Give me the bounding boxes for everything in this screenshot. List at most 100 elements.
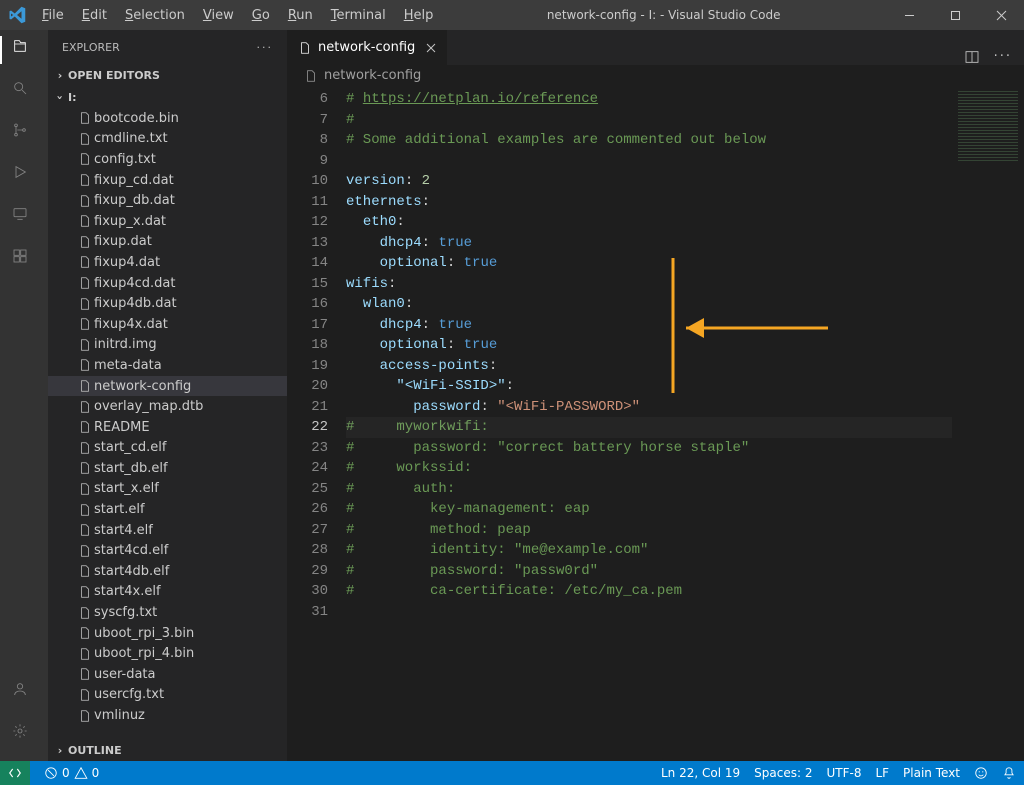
file-icon xyxy=(76,358,94,372)
file-item[interactable]: uboot_rpi_4.bin xyxy=(48,643,287,664)
file-name: fixup4x.dat xyxy=(94,317,168,332)
close-button[interactable] xyxy=(978,0,1024,30)
file-item[interactable]: fixup4db.dat xyxy=(48,293,287,314)
extensions-icon[interactable] xyxy=(12,248,36,272)
file-icon xyxy=(76,585,94,599)
file-item[interactable]: uboot_rpi_3.bin xyxy=(48,623,287,644)
file-name: start4db.elf xyxy=(94,564,169,579)
file-name: overlay_map.dtb xyxy=(94,399,203,414)
file-item[interactable]: start_db.elf xyxy=(48,458,287,479)
accounts-icon[interactable] xyxy=(12,681,36,705)
file-item[interactable]: fixup_db.dat xyxy=(48,190,287,211)
file-item[interactable]: vmlinuz xyxy=(48,705,287,726)
file-list[interactable]: bootcode.bin cmdline.txtconfig.txtfixup_c… xyxy=(48,108,287,739)
editor-body[interactable]: 6789101112131415161718192021222324252627… xyxy=(288,87,1024,761)
file-name: start4cd.elf xyxy=(94,543,168,558)
encoding-indicator[interactable]: UTF-8 xyxy=(826,766,861,780)
file-name: start.elf xyxy=(94,502,145,517)
notifications-icon[interactable] xyxy=(1002,766,1016,780)
settings-gear-icon[interactable] xyxy=(12,723,36,747)
file-item[interactable]: fixup4cd.dat xyxy=(48,273,287,294)
menu-file[interactable]: File xyxy=(34,4,72,27)
menu-selection[interactable]: Selection xyxy=(117,4,193,27)
outline-label: OUTLINE xyxy=(68,744,122,757)
file-icon xyxy=(76,441,94,455)
minimize-button[interactable] xyxy=(886,0,932,30)
problems-indicator[interactable]: 0 0 xyxy=(44,766,99,780)
file-item[interactable]: README xyxy=(48,417,287,438)
menu-terminal[interactable]: Terminal xyxy=(323,4,394,27)
menu-view[interactable]: View xyxy=(195,4,242,27)
eol-indicator[interactable]: LF xyxy=(875,766,889,780)
file-item[interactable]: fixup.dat xyxy=(48,232,287,253)
file-name: fixup_x.dat xyxy=(94,214,166,229)
file-name: fixup.dat xyxy=(94,234,152,249)
file-icon xyxy=(76,255,94,269)
file-icon xyxy=(76,235,94,249)
more-editor-actions-icon[interactable]: ··· xyxy=(994,49,1012,65)
file-name: initrd.img xyxy=(94,337,157,352)
file-item[interactable]: usercfg.txt xyxy=(48,685,287,706)
menu-edit[interactable]: Edit xyxy=(74,4,115,27)
close-tab-icon[interactable] xyxy=(425,42,437,54)
open-editors-section[interactable]: › OPEN EDITORS xyxy=(48,64,287,86)
file-icon xyxy=(76,647,94,661)
outline-section[interactable]: › OUTLINE xyxy=(48,739,287,761)
maximize-button[interactable] xyxy=(932,0,978,30)
remote-indicator[interactable] xyxy=(0,761,30,785)
file-item[interactable]: start4.elf xyxy=(48,520,287,541)
explorer-sidebar: EXPLORER ··· › OPEN EDITORS › I: bootcod… xyxy=(48,30,288,761)
menu-go[interactable]: Go xyxy=(244,4,278,27)
menu-run[interactable]: Run xyxy=(280,4,321,27)
file-item[interactable]: start_x.elf xyxy=(48,479,287,500)
breadcrumb[interactable]: network-config xyxy=(288,65,1024,87)
file-item[interactable]: user-data xyxy=(48,664,287,685)
tab-label: network-config xyxy=(318,40,415,55)
file-name: bootcode.bin xyxy=(94,111,179,126)
file-item[interactable]: bootcode.bin xyxy=(48,108,287,129)
file-item[interactable]: start4x.elf xyxy=(48,582,287,603)
file-name: start4.elf xyxy=(94,523,153,538)
source-control-icon[interactable] xyxy=(12,122,36,146)
file-icon xyxy=(76,297,94,311)
more-actions-icon[interactable]: ··· xyxy=(257,41,274,54)
file-item[interactable]: start_cd.elf xyxy=(48,438,287,459)
file-item[interactable]: start.elf xyxy=(48,499,287,520)
file-name: usercfg.txt xyxy=(94,687,164,702)
file-item[interactable]: cmdline.txt xyxy=(48,129,287,150)
run-debug-icon[interactable] xyxy=(12,164,36,188)
file-item[interactable]: network-config xyxy=(48,376,287,397)
file-name: syscfg.txt xyxy=(94,605,157,620)
folder-section[interactable]: › I: xyxy=(48,86,287,108)
search-icon[interactable] xyxy=(12,80,36,104)
file-icon xyxy=(76,503,94,517)
file-item[interactable]: start4db.elf xyxy=(48,561,287,582)
file-item[interactable]: fixup_x.dat xyxy=(48,211,287,232)
file-item[interactable]: fixup_cd.dat xyxy=(48,170,287,191)
file-name: meta-data xyxy=(94,358,162,373)
file-item[interactable]: fixup4.dat xyxy=(48,252,287,273)
menu-help[interactable]: Help xyxy=(396,4,442,27)
split-editor-icon[interactable] xyxy=(964,49,980,65)
file-icon xyxy=(76,132,94,146)
file-item[interactable]: fixup4x.dat xyxy=(48,314,287,335)
indentation-indicator[interactable]: Spaces: 2 xyxy=(754,766,812,780)
open-editors-label: OPEN EDITORS xyxy=(68,69,160,82)
file-item[interactable]: overlay_map.dtb xyxy=(48,396,287,417)
feedback-icon[interactable] xyxy=(974,766,988,780)
file-item[interactable]: meta-data xyxy=(48,355,287,376)
remote-explorer-icon[interactable] xyxy=(12,206,36,230)
file-item[interactable]: start4cd.elf xyxy=(48,540,287,561)
cursor-position[interactable]: Ln 22, Col 19 xyxy=(661,766,740,780)
file-item[interactable]: config.txt xyxy=(48,149,287,170)
file-item[interactable]: initrd.img xyxy=(48,335,287,356)
minimap[interactable] xyxy=(952,87,1024,761)
explorer-icon[interactable] xyxy=(12,38,36,62)
file-icon xyxy=(76,606,94,620)
file-item[interactable]: syscfg.txt xyxy=(48,602,287,623)
language-mode[interactable]: Plain Text xyxy=(903,766,960,780)
file-icon xyxy=(76,667,94,681)
code-content[interactable]: # https://netplan.io/reference## Some ad… xyxy=(346,87,1024,761)
tab-network-config[interactable]: network-config xyxy=(288,30,448,65)
file-icon xyxy=(76,338,94,352)
